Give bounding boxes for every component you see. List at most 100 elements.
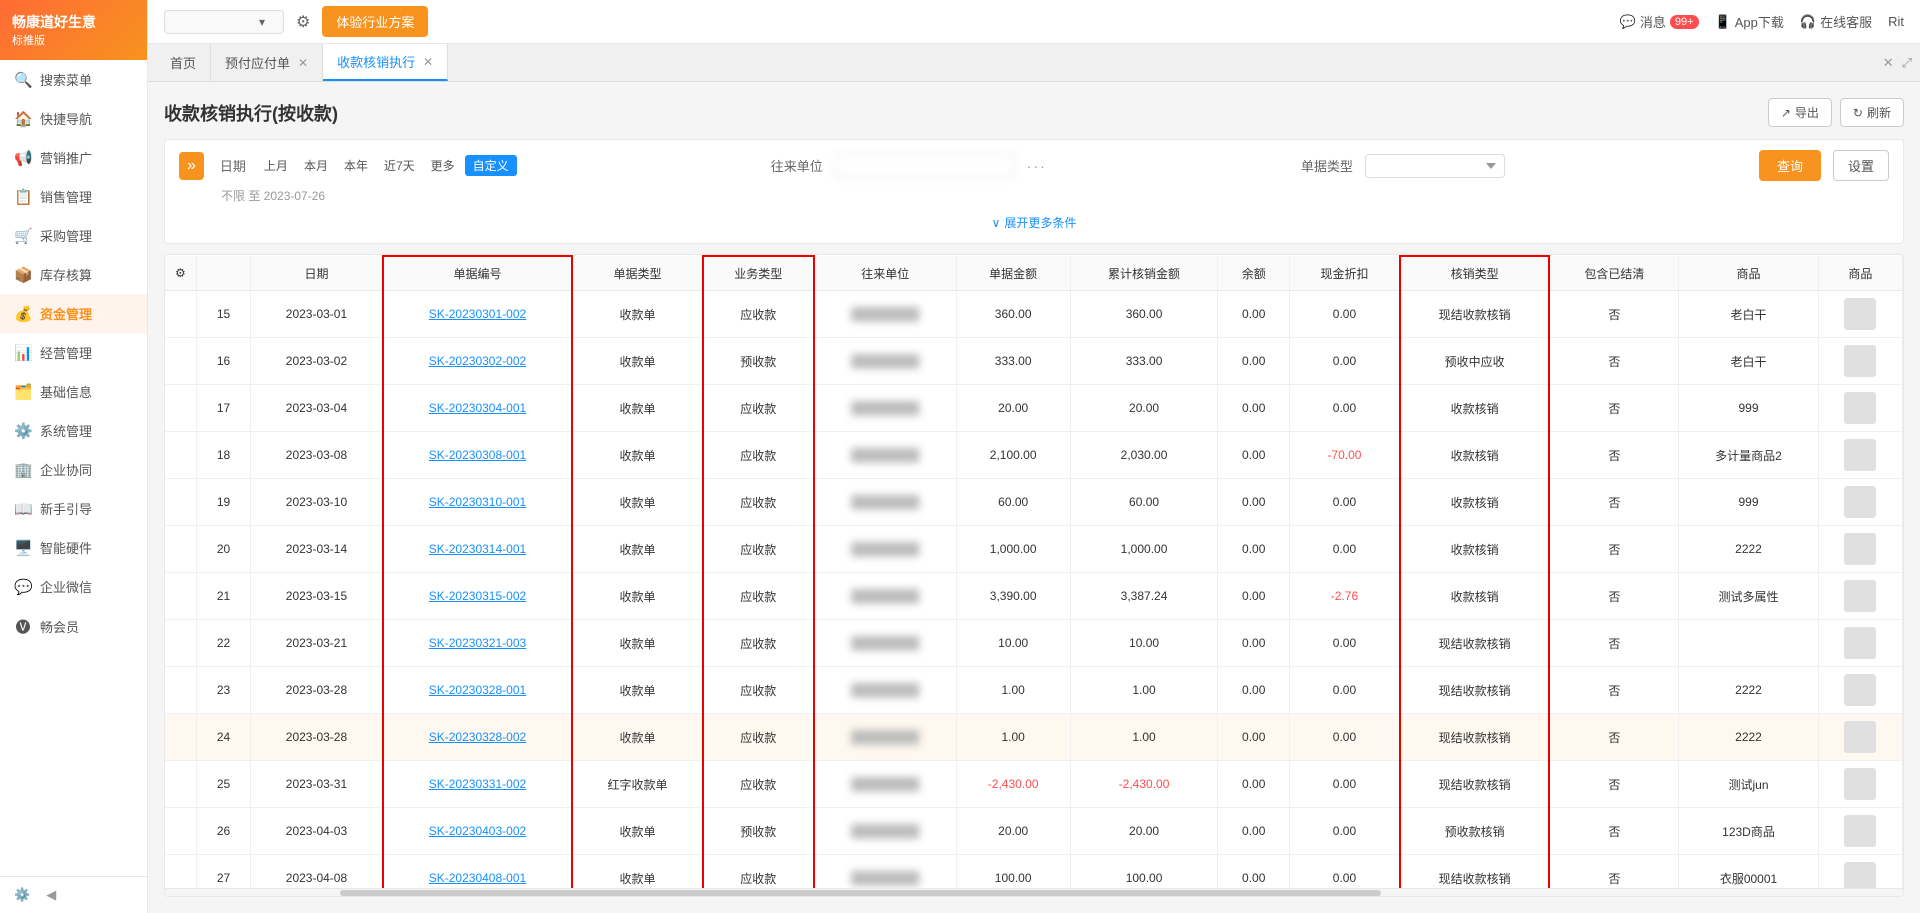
system-icon: ⚙️ [14, 422, 32, 440]
settings-button[interactable]: 设置 [1833, 150, 1889, 181]
sidebar-item-operation[interactable]: 📊 经营管理 [0, 333, 147, 372]
td-bill-no[interactable]: SK-20230310-001 [383, 479, 573, 526]
close-icon[interactable]: ✕ [298, 56, 308, 70]
td-biz-type: 应收款 [703, 432, 814, 479]
restore-icon[interactable]: ⤢ [1902, 55, 1912, 71]
solution-button[interactable]: 体验行业方案 [322, 6, 428, 37]
td-total-offset: 3,387.24 [1070, 573, 1218, 620]
sidebar-item-basic[interactable]: 🗂️ 基础信息 [0, 372, 147, 411]
sidebar-item-finance[interactable]: 💰 资金管理 [0, 294, 147, 333]
sidebar-item-search[interactable]: 🔍 搜索菜单 [0, 60, 147, 99]
user-menu[interactable]: Rit [1888, 14, 1904, 29]
td-gear [165, 667, 196, 714]
sidebar-item-member[interactable]: 🅥 畅会员 [0, 606, 147, 647]
more-date-button[interactable]: 更多 [425, 155, 461, 176]
td-bill-no[interactable]: SK-20230304-001 [383, 385, 573, 432]
tab-actions: ✕ ⤢ [1883, 55, 1912, 71]
this-month-button[interactable]: 本月 [298, 155, 334, 176]
td-bill-no[interactable]: SK-20230408-001 [383, 855, 573, 889]
support-button[interactable]: 🎧 在线客服 [1800, 12, 1872, 31]
page-title-row: 收款核销执行(按收款) ↗ 导出 ↻ 刷新 [164, 98, 1904, 127]
query-button[interactable]: 查询 [1759, 150, 1821, 181]
td-index: 22 [196, 620, 251, 667]
last-month-button[interactable]: 上月 [258, 155, 294, 176]
td-partner: ████████ [814, 667, 956, 714]
sidebar-item-device[interactable]: 🖥️ 智能硬件 [0, 528, 147, 567]
td-bill-no[interactable]: SK-20230328-001 [383, 667, 573, 714]
table-row: 24 2023-03-28 SK-20230328-002 收款单 应收款 ██… [165, 714, 1903, 761]
tab-home[interactable]: 首页 [156, 44, 211, 81]
main-content: ▾ ⚙ 体验行业方案 💬 消息 99+ 📱 App下载 🎧 在线客服 Rit [148, 0, 1920, 913]
basic-icon: 🗂️ [14, 383, 32, 401]
td-bill-no[interactable]: SK-20230315-002 [383, 573, 573, 620]
td-total-offset: 360.00 [1070, 291, 1218, 338]
expand-left-button[interactable]: » [179, 152, 204, 180]
td-goods [1679, 620, 1818, 667]
th-gear[interactable]: ⚙ [165, 256, 196, 291]
th-biz-type: 业务类型 [703, 256, 814, 291]
table-row: 15 2023-03-01 SK-20230301-002 收款单 应收款 ██… [165, 291, 1903, 338]
maximize-icon[interactable]: ✕ [1883, 55, 1894, 71]
refresh-button[interactable]: ↻ 刷新 [1840, 98, 1904, 127]
sidebar-item-label: 搜索菜单 [40, 70, 92, 89]
date-filter-label: 日期 [220, 156, 246, 175]
sidebar-item-wechat[interactable]: 💬 企业微信 [0, 567, 147, 606]
close-icon[interactable]: ✕ [423, 55, 433, 69]
last-7days-button[interactable]: 近7天 [378, 155, 421, 176]
user-name: Rit [1888, 14, 1904, 29]
tab-prepay[interactable]: 预付应付单 ✕ [211, 44, 323, 81]
td-gear [165, 573, 196, 620]
tab-collection[interactable]: 收款核销执行 ✕ [323, 44, 448, 81]
gear-icon[interactable]: ⚙ [296, 12, 310, 32]
sidebar-item-marketing[interactable]: 📢 营销推广 [0, 138, 147, 177]
sidebar-item-sales[interactable]: 📋 销售管理 [0, 177, 147, 216]
td-offset-type: 收款核销 [1400, 385, 1549, 432]
guide-icon: 📖 [14, 500, 32, 518]
td-bill-no[interactable]: SK-20230301-002 [383, 291, 573, 338]
sidebar-item-system[interactable]: ⚙️ 系统管理 [0, 411, 147, 450]
td-bill-no[interactable]: SK-20230328-002 [383, 714, 573, 761]
td-goods: 老白干 [1679, 291, 1818, 338]
workspace-dropdown[interactable]: ▾ [164, 10, 284, 34]
th-offset-type: 核销类型 [1400, 256, 1549, 291]
partner-input[interactable] [835, 154, 1015, 178]
td-include-settled: 否 [1549, 479, 1679, 526]
custom-date-button[interactable]: 自定义 [465, 155, 517, 176]
td-date: 2023-03-31 [251, 761, 383, 808]
td-cash-discount: 0.00 [1289, 667, 1399, 714]
td-bill-no[interactable]: SK-20230314-001 [383, 526, 573, 573]
td-goods: 老白干 [1679, 338, 1818, 385]
td-amount: 360.00 [956, 291, 1070, 338]
messages-button[interactable]: 💬 消息 99+ [1620, 12, 1699, 31]
sidebar-item-inventory[interactable]: 📦 库存核算 [0, 255, 147, 294]
app-download-button[interactable]: 📱 App下载 [1715, 12, 1784, 31]
td-gear [165, 432, 196, 479]
td-bill-no[interactable]: SK-20230302-002 [383, 338, 573, 385]
settings-icon[interactable]: ⚙️ [14, 887, 30, 903]
sidebar-item-corp[interactable]: 🏢 企业协同 [0, 450, 147, 489]
td-goods-img [1818, 855, 1902, 889]
this-year-button[interactable]: 本年 [338, 155, 374, 176]
td-goods: 2222 [1679, 714, 1818, 761]
td-bill-no[interactable]: SK-20230321-003 [383, 620, 573, 667]
td-partner: ████████ [814, 432, 956, 479]
td-bill-no[interactable]: SK-20230331-002 [383, 761, 573, 808]
table-scroll-area[interactable]: ⚙ 日期 单据编号 单据类型 业务类型 往来单位 单据金额 累计核销金额 余额 … [165, 255, 1903, 888]
td-bill-no[interactable]: SK-20230308-001 [383, 432, 573, 479]
wechat-icon: 💬 [14, 578, 32, 596]
bill-type-select[interactable] [1365, 154, 1505, 178]
table-scrollbar[interactable] [165, 888, 1903, 896]
sidebar-item-purchase[interactable]: 🛒 采购管理 [0, 216, 147, 255]
export-button[interactable]: ↗ 导出 [1768, 98, 1832, 127]
sidebar: 畅康道好生意 标推版 🔍 搜索菜单 🏠 快捷导航 📢 营销推广 📋 销售管理 🛒… [0, 0, 148, 913]
td-bill-type: 收款单 [572, 573, 702, 620]
td-goods: 2222 [1679, 526, 1818, 573]
sidebar-item-shortcut[interactable]: 🏠 快捷导航 [0, 99, 147, 138]
sidebar-item-guide[interactable]: 📖 新手引导 [0, 489, 147, 528]
goods-thumbnail [1844, 392, 1876, 424]
td-partner: ████████ [814, 714, 956, 761]
expand-more-button[interactable]: ∨ 展开更多条件 [179, 210, 1889, 233]
td-bill-no[interactable]: SK-20230403-002 [383, 808, 573, 855]
tab-prepay-label: 预付应付单 [225, 53, 290, 72]
collapse-icon[interactable]: ◀ [46, 887, 56, 903]
